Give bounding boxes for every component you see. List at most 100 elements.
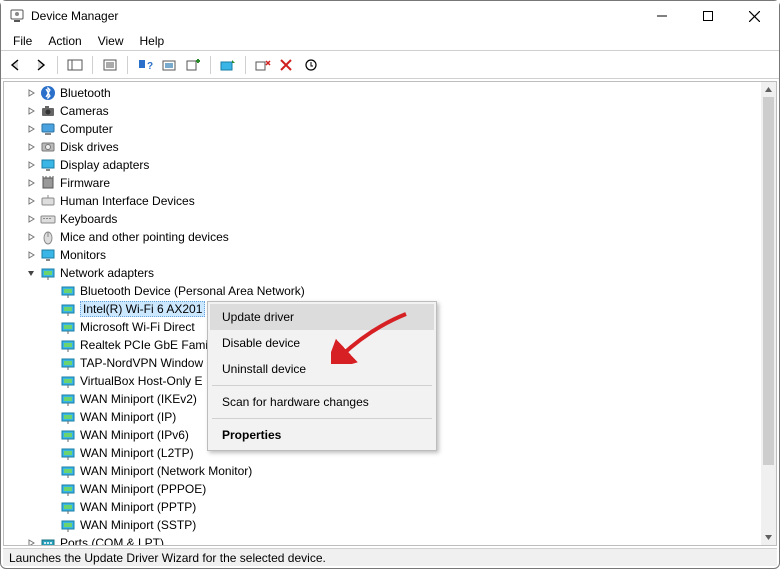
tree-device[interactable]: WAN Miniport (PPPOE) — [4, 480, 761, 498]
menu-action[interactable]: Action — [40, 32, 89, 50]
bluetooth-icon — [40, 85, 56, 101]
chevron-right-icon[interactable] — [24, 536, 38, 545]
firmware-icon — [40, 175, 56, 191]
chevron-right-icon[interactable] — [24, 104, 38, 118]
category-label: Keyboards — [60, 212, 117, 226]
chevron-right-icon[interactable] — [24, 212, 38, 226]
tree-category[interactable]: Disk drives — [4, 138, 761, 156]
update-driver-button[interactable] — [217, 54, 239, 76]
category-label: Mice and other pointing devices — [60, 230, 229, 244]
display-icon — [40, 157, 56, 173]
minimize-button[interactable] — [639, 1, 685, 31]
network-icon — [40, 265, 56, 281]
chevron-right-icon[interactable] — [24, 194, 38, 208]
chevron-right-icon[interactable] — [24, 122, 38, 136]
menu-file[interactable]: File — [5, 32, 40, 50]
device-label: WAN Miniport (IP) — [80, 410, 176, 424]
scroll-down-button[interactable] — [761, 530, 776, 545]
tree-category[interactable]: Keyboards — [4, 210, 761, 228]
forward-button[interactable] — [29, 54, 51, 76]
network-adapter-icon — [60, 517, 76, 533]
scroll-up-button[interactable] — [761, 82, 776, 97]
network-adapter-icon — [60, 301, 76, 317]
tree-category[interactable]: Cameras — [4, 102, 761, 120]
tree-category[interactable]: Human Interface Devices — [4, 192, 761, 210]
chevron-right-icon[interactable] — [24, 140, 38, 154]
chevron-right-icon[interactable] — [24, 248, 38, 262]
chevron-right-icon[interactable] — [24, 230, 38, 244]
chevron-right-icon[interactable] — [24, 176, 38, 190]
tree-device[interactable]: WAN Miniport (PPTP) — [4, 498, 761, 516]
monitor-icon — [40, 247, 56, 263]
category-label: Network adapters — [60, 266, 154, 280]
close-button[interactable] — [731, 1, 777, 31]
mouse-icon — [40, 229, 56, 245]
camera-icon — [40, 103, 56, 119]
category-label: Bluetooth — [60, 86, 111, 100]
network-adapter-icon — [60, 373, 76, 389]
network-adapter-icon — [60, 445, 76, 461]
computer-icon — [40, 121, 56, 137]
show-hide-console-button[interactable] — [64, 54, 86, 76]
uninstall-button[interactable] — [252, 54, 274, 76]
tree-category[interactable]: Computer — [4, 120, 761, 138]
scroll-thumb[interactable] — [763, 97, 774, 465]
network-adapter-icon — [60, 355, 76, 371]
chevron-right-icon[interactable] — [24, 86, 38, 100]
tree-device[interactable]: Bluetooth Device (Personal Area Network) — [4, 282, 761, 300]
help-button[interactable]: ? — [134, 54, 156, 76]
category-label: Disk drives — [60, 140, 119, 154]
context-menu-item[interactable]: Scan for hardware changes — [210, 389, 434, 415]
tree-category[interactable]: Mice and other pointing devices — [4, 228, 761, 246]
vertical-scrollbar[interactable] — [761, 82, 776, 545]
toolbar-separator — [92, 56, 93, 74]
tree-category[interactable]: Firmware — [4, 174, 761, 192]
scroll-track[interactable] — [761, 97, 776, 530]
category-label: Ports (COM & LPT) — [60, 536, 164, 545]
back-button[interactable] — [5, 54, 27, 76]
device-label: WAN Miniport (IPv6) — [80, 428, 189, 442]
network-adapter-icon — [60, 499, 76, 515]
context-menu-item[interactable]: Disable device — [210, 330, 434, 356]
tree-category[interactable]: Monitors — [4, 246, 761, 264]
device-label: Intel(R) Wi-Fi 6 AX201 — [80, 301, 205, 317]
menu-help[interactable]: Help — [132, 32, 173, 50]
add-hardware-button[interactable] — [182, 54, 204, 76]
app-icon — [9, 8, 25, 24]
device-label: WAN Miniport (IKEv2) — [80, 392, 197, 406]
tree-category[interactable]: Bluetooth — [4, 84, 761, 102]
tree-device[interactable]: WAN Miniport (Network Monitor) — [4, 462, 761, 480]
status-bar: Launches the Update Driver Wizard for th… — [3, 548, 777, 566]
toolbar-separator — [245, 56, 246, 74]
context-menu-item[interactable]: Properties — [210, 422, 434, 448]
tree-category[interactable]: Display adapters — [4, 156, 761, 174]
category-label: Display adapters — [60, 158, 149, 172]
keyboard-icon — [40, 211, 56, 227]
menu-bar: File Action View Help — [1, 31, 779, 51]
properties-button[interactable] — [99, 54, 121, 76]
maximize-button[interactable] — [685, 1, 731, 31]
device-label: WAN Miniport (PPPOE) — [80, 482, 206, 496]
chevron-right-icon[interactable] — [24, 158, 38, 172]
chevron-down-icon[interactable] — [24, 266, 38, 280]
toolbar-separator — [210, 56, 211, 74]
context-menu-item[interactable]: Uninstall device — [210, 356, 434, 382]
context-menu-separator — [212, 385, 432, 386]
scan-button[interactable] — [158, 54, 180, 76]
tree-category-network[interactable]: Network adapters — [4, 264, 761, 282]
network-adapter-icon — [60, 391, 76, 407]
device-label: WAN Miniport (Network Monitor) — [80, 464, 252, 478]
menu-view[interactable]: View — [90, 32, 132, 50]
device-label: TAP-NordVPN Window — [80, 356, 203, 370]
window-title: Device Manager — [31, 9, 639, 23]
toolbar-separator — [127, 56, 128, 74]
enable-button[interactable] — [300, 54, 322, 76]
network-adapter-icon — [60, 481, 76, 497]
context-menu-item[interactable]: Update driver — [210, 304, 434, 330]
tree-category-ports[interactable]: Ports (COM & LPT) — [4, 534, 761, 545]
device-label: WAN Miniport (SSTP) — [80, 518, 196, 532]
toolbar: ? — [1, 51, 779, 79]
network-adapter-icon — [60, 427, 76, 443]
tree-device[interactable]: WAN Miniport (SSTP) — [4, 516, 761, 534]
disable-button[interactable] — [276, 54, 298, 76]
